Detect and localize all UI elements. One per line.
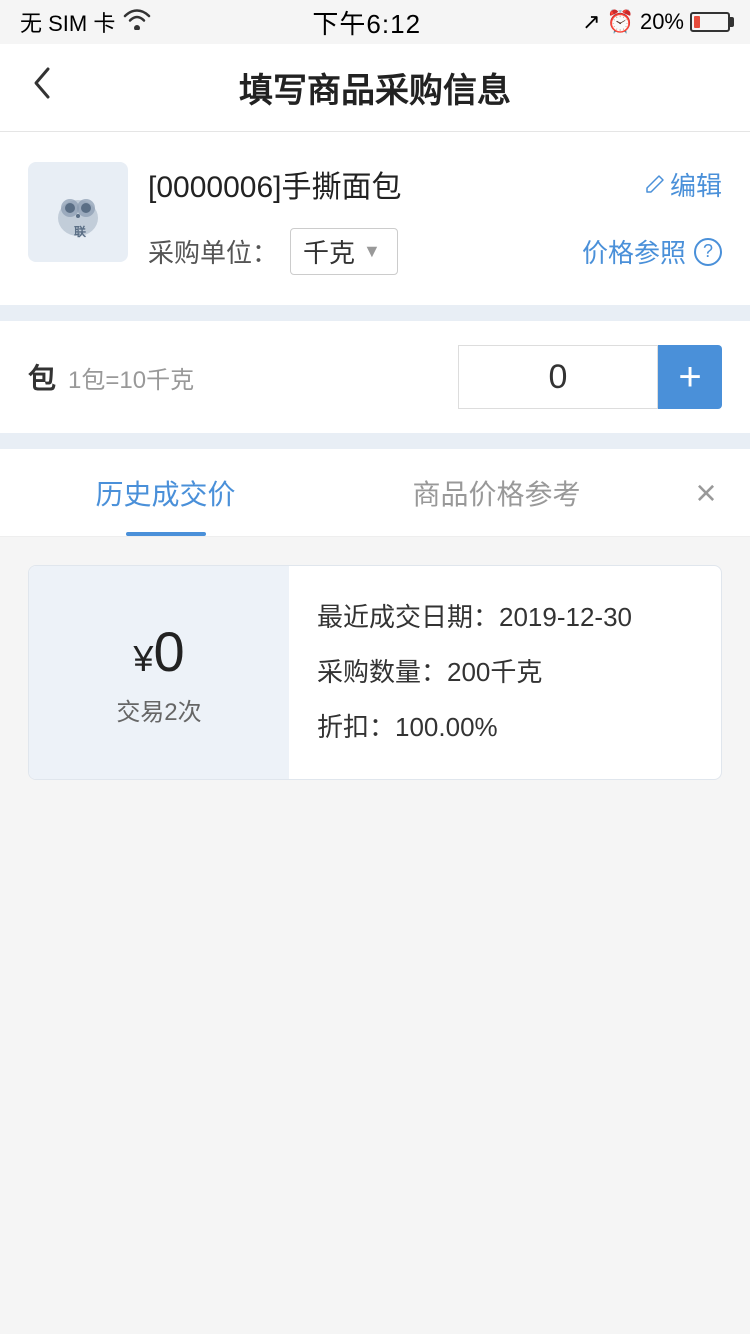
product-thumbnail: 联 xyxy=(28,162,128,262)
tab-product-price-ref-label: 商品价格参考 xyxy=(412,473,580,513)
purchase-quantity-value: 200千克 xyxy=(447,657,542,687)
currency-symbol: ¥ xyxy=(133,638,153,679)
product-name-row: [0000006]手撕面包 编辑 xyxy=(148,162,722,206)
edit-button[interactable]: 编辑 xyxy=(644,166,722,203)
unit-dropdown[interactable]: 千克 ▼ xyxy=(290,228,398,275)
purchase-quantity-row: 采购数量：200千克 xyxy=(317,653,693,692)
price-card-right: 最近成交日期：2019-12-30 采购数量：200千克 折扣：100.00% xyxy=(289,566,721,779)
unit-selector-group: 采购单位： 千克 ▼ xyxy=(148,228,398,275)
quantity-conversion: 1包=10千克 xyxy=(68,360,194,395)
price-amount: ¥0 xyxy=(133,619,184,684)
price-card-section: ¥0 交易2次 最近成交日期：2019-12-30 采购数量：200千克 折扣：… xyxy=(0,537,750,808)
battery-percent: 20% xyxy=(640,9,684,35)
product-info: [0000006]手撕面包 编辑 采购单位： 千克 ▼ 价格 xyxy=(148,162,722,275)
status-bar: 无 SIM 卡 下午6:12 ↗ ⏰ 20% xyxy=(0,0,750,44)
price-value: 0 xyxy=(153,620,184,683)
status-right: ↗ ⏰ 20% xyxy=(582,9,730,35)
product-top-row: 联 [0000006]手撕面包 编辑 采购单位： 千克 ▼ xyxy=(28,162,722,275)
battery-icon xyxy=(690,12,730,32)
close-icon: × xyxy=(695,472,716,514)
recent-trade-date-value: 2019-12-30 xyxy=(499,602,632,632)
section-divider-2 xyxy=(0,433,750,449)
location-icon: ↗ xyxy=(582,9,600,35)
trade-count: 交易2次 xyxy=(116,692,201,727)
tab-active-indicator xyxy=(126,532,206,536)
quantity-row: 包 1包=10千克 + xyxy=(0,321,750,433)
product-unit-row: 采购单位： 千克 ▼ 价格参照 ? xyxy=(148,228,722,275)
quantity-unit-info: 包 1包=10千克 xyxy=(28,357,458,397)
discount-value: 100.00% xyxy=(395,712,498,742)
tab-history-price[interactable]: 历史成交价 xyxy=(0,449,331,536)
status-time: 下午6:12 xyxy=(312,4,421,41)
discount-row: 折扣：100.00% xyxy=(317,708,693,747)
recent-trade-date-row: 最近成交日期：2019-12-30 xyxy=(317,598,693,637)
nav-bar: 填写商品采购信息 xyxy=(0,44,750,132)
price-card: ¥0 交易2次 最近成交日期：2019-12-30 采购数量：200千克 折扣：… xyxy=(28,565,722,780)
purchase-quantity-label: 采购数量： xyxy=(317,657,447,687)
tab-close-button[interactable]: × xyxy=(662,472,750,514)
unit-value: 千克 xyxy=(303,233,355,270)
carrier-label: 无 SIM 卡 xyxy=(20,6,115,38)
price-card-left: ¥0 交易2次 xyxy=(29,566,289,779)
product-section: 联 [0000006]手撕面包 编辑 采购单位： 千克 ▼ xyxy=(0,132,750,305)
product-name: [0000006]手撕面包 xyxy=(148,162,401,206)
dropdown-icon: ▼ xyxy=(363,241,381,262)
discount-label: 折扣： xyxy=(317,712,395,742)
recent-trade-date-label: 最近成交日期： xyxy=(317,602,499,632)
svg-text:联: 联 xyxy=(74,225,86,239)
quantity-input-wrapper: + xyxy=(458,345,722,409)
quantity-input[interactable] xyxy=(458,345,658,409)
page-title: 填写商品采购信息 xyxy=(239,63,511,112)
section-divider-1 xyxy=(0,305,750,321)
tab-bar: 历史成交价 商品价格参考 × xyxy=(0,449,750,537)
status-left: 无 SIM 卡 xyxy=(20,6,151,38)
wifi-icon xyxy=(123,8,151,36)
quantity-unit-badge: 包 xyxy=(28,357,56,397)
price-ref-help-icon: ? xyxy=(694,238,722,266)
tab-history-price-label: 历史成交价 xyxy=(95,473,235,513)
price-ref-button[interactable]: 价格参照 ? xyxy=(582,233,722,270)
price-ref-label: 价格参照 xyxy=(582,233,686,270)
unit-label: 采购单位： xyxy=(148,233,278,270)
quantity-plus-button[interactable]: + xyxy=(658,345,722,409)
back-button[interactable] xyxy=(28,61,56,114)
alarm-icon: ⏰ xyxy=(607,9,634,35)
tab-product-price-ref[interactable]: 商品价格参考 xyxy=(331,449,662,536)
